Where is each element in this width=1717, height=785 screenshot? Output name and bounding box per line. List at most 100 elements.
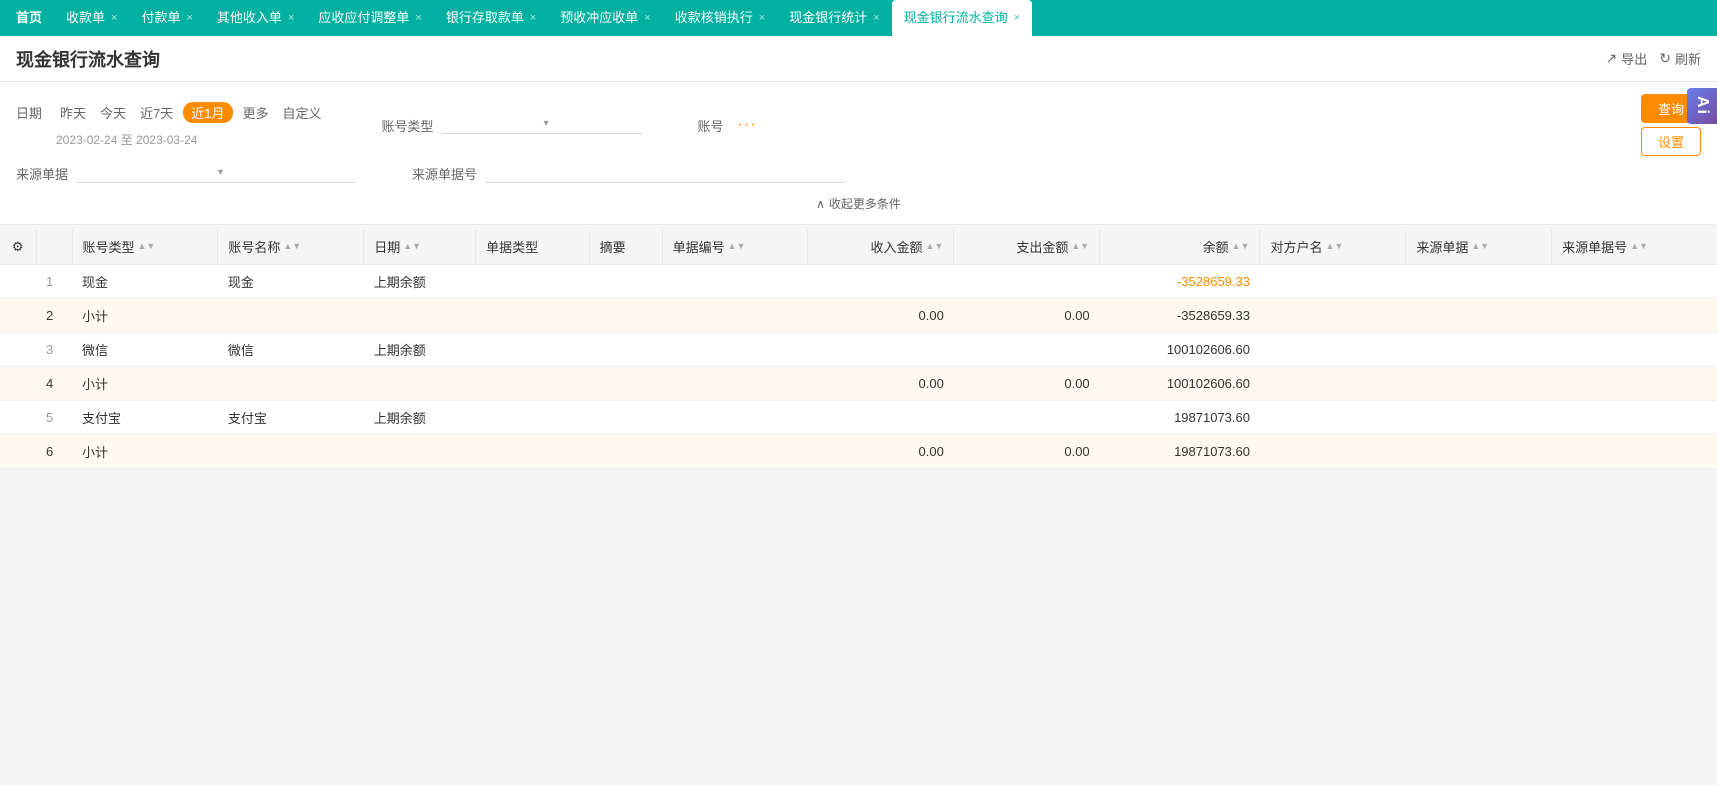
td-account-type: 小计 [72,299,218,333]
th-date[interactable]: 日期▲▼ [364,229,476,265]
td-settings [0,265,36,299]
th-balance-label: 余额 [1203,237,1229,256]
td-counterparty [1260,333,1406,367]
th-income-label: 收入金额 [870,237,922,256]
td-balance: -3528659.33 [1100,265,1260,299]
td-index: 5 [36,401,72,435]
collapse-button[interactable]: ∧ 收起更多条件 [816,195,901,212]
date-btn-yesterday[interactable]: 昨天 [56,102,90,123]
td-source-doc-no [1552,367,1717,401]
date-btn-1month[interactable]: 近1月 [183,102,232,123]
td-account-type: 现金 [72,265,218,299]
td-source-doc-no [1552,299,1717,333]
td-balance: -3528659.33 [1100,299,1260,333]
td-summary [589,367,662,401]
th-settings[interactable]: ⚙ [0,229,36,265]
nav-item-receipt[interactable]: 收款单 × [54,0,129,36]
nav-close-writeoff[interactable]: × [759,0,765,36]
td-expense [954,401,1100,435]
date-btn-custom[interactable]: 自定义 [279,102,326,123]
th-doc-type-label: 单据类型 [486,240,538,255]
nav-close-stats[interactable]: × [873,0,879,36]
td-counterparty [1260,299,1406,333]
nav-item-writeoff[interactable]: 收款核销执行 × [663,0,777,36]
nav-close-flow-query[interactable]: × [1014,0,1020,36]
th-account-name[interactable]: 账号名称▲▼ [218,229,364,265]
account-type-select[interactable]: ▾ [442,116,642,134]
sort-icon-source-doc: ▲▼ [1471,242,1489,251]
date-btn-more[interactable]: 更多 [239,102,273,123]
td-date: 上期余额 [364,333,476,367]
th-account-name-label: 账号名称 [228,237,280,256]
nav-item-prepaid[interactable]: 预收冲应收单 × [548,0,662,36]
nav-close-prepaid[interactable]: × [644,0,650,36]
td-doc-type [476,333,589,367]
nav-item-flow-query[interactable]: 现金银行流水查询 × [892,0,1032,36]
th-expense[interactable]: 支出金额▲▼ [954,229,1100,265]
td-expense [954,265,1100,299]
nav-item-stats[interactable]: 现金银行统计 × [777,0,891,36]
nav-item-home[interactable]: 首页 [4,0,54,36]
refresh-label: 刷新 [1675,49,1701,68]
th-source-doc-label: 来源单据 [1416,237,1468,256]
top-nav: 首页 收款单 × 付款单 × 其他收入单 × 应收应付调整单 × 银行存取款单 … [0,0,1717,36]
th-source-doc[interactable]: 来源单据▲▼ [1406,229,1552,265]
nav-close-other-income[interactable]: × [288,0,294,36]
date-btn-today[interactable]: 今天 [96,102,130,123]
td-doc-type [476,367,589,401]
td-source-doc-no [1552,435,1717,469]
th-counterparty-label: 对方户名 [1270,237,1322,256]
th-balance[interactable]: 余额▲▼ [1100,229,1260,265]
nav-close-receipt[interactable]: × [111,0,117,36]
td-summary [589,299,662,333]
account-no-ellipsis[interactable]: ··· [738,116,757,134]
collapse-label: 收起更多条件 [829,195,901,212]
th-account-type[interactable]: 账号类型▲▼ [72,229,218,265]
export-icon: ↗ [1606,50,1618,67]
th-counterparty[interactable]: 对方户名▲▼ [1260,229,1406,265]
ai-badge[interactable]: Ai [1687,88,1717,124]
filter-row-1: 日期 昨天 今天 近7天 近1月 更多 自定义 2023-02-24 至 202… [16,94,1701,156]
settings-button[interactable]: 设置 [1641,127,1701,156]
td-balance: 19871073.60 [1100,401,1260,435]
refresh-button[interactable]: ↻ 刷新 [1659,49,1701,68]
td-counterparty [1260,367,1406,401]
td-source-doc [1406,401,1552,435]
th-source-doc-no[interactable]: 来源单据号▲▼ [1552,229,1717,265]
table-header-row: ⚙ 账号类型▲▼ 账号名称▲▼ 日期▲▼ 单据类型 摘要 单据编号▲▼ [0,229,1717,265]
nav-close-bank-deposit[interactable]: × [530,0,536,36]
date-btn-7days[interactable]: 近7天 [136,102,177,123]
td-balance: 19871073.60 [1100,435,1260,469]
td-account-name: 微信 [218,333,364,367]
date-range: 2023-02-24 至 2023-03-24 [56,133,197,147]
nav-item-other-income[interactable]: 其他收入单 × [205,0,306,36]
nav-item-ar-ap-adjust[interactable]: 应收应付调整单 × [306,0,433,36]
td-doc-no [662,435,808,469]
table-row: 2 小计 0.00 0.00 -3528659.33 [0,299,1717,333]
th-date-label: 日期 [374,237,400,256]
export-button[interactable]: ↗ 导出 [1606,49,1648,68]
nav-item-payment[interactable]: 付款单 × [129,0,204,36]
nav-close-ar-ap-adjust[interactable]: × [415,0,421,36]
date-shortcuts: 昨天 今天 近7天 近1月 更多 自定义 [56,102,326,123]
th-doc-no[interactable]: 单据编号▲▼ [662,229,808,265]
td-source-doc [1406,265,1552,299]
nav-item-bank-deposit[interactable]: 银行存取款单 × [434,0,548,36]
td-account-name [218,435,364,469]
td-date: 上期余额 [364,265,476,299]
th-income[interactable]: 收入金额 ▲▼ [808,229,954,265]
sort-icon-income: ▲▼ [926,242,944,251]
source-doc-select[interactable]: ▾ [76,165,356,183]
th-doc-type: 单据类型 [476,229,589,265]
td-doc-no [662,333,808,367]
table-settings-icon[interactable]: ⚙ [12,239,24,254]
account-no-wrapper: ··· [738,116,757,134]
source-doc-no-input-wrapper [485,165,845,183]
th-expense-label: 支出金额 [1016,237,1068,256]
td-account-name [218,299,364,333]
td-index: 6 [36,435,72,469]
td-account-name [218,367,364,401]
source-doc-label: 来源单据 [16,164,68,183]
nav-close-payment[interactable]: × [186,0,192,36]
source-doc-no-input[interactable] [485,165,845,180]
